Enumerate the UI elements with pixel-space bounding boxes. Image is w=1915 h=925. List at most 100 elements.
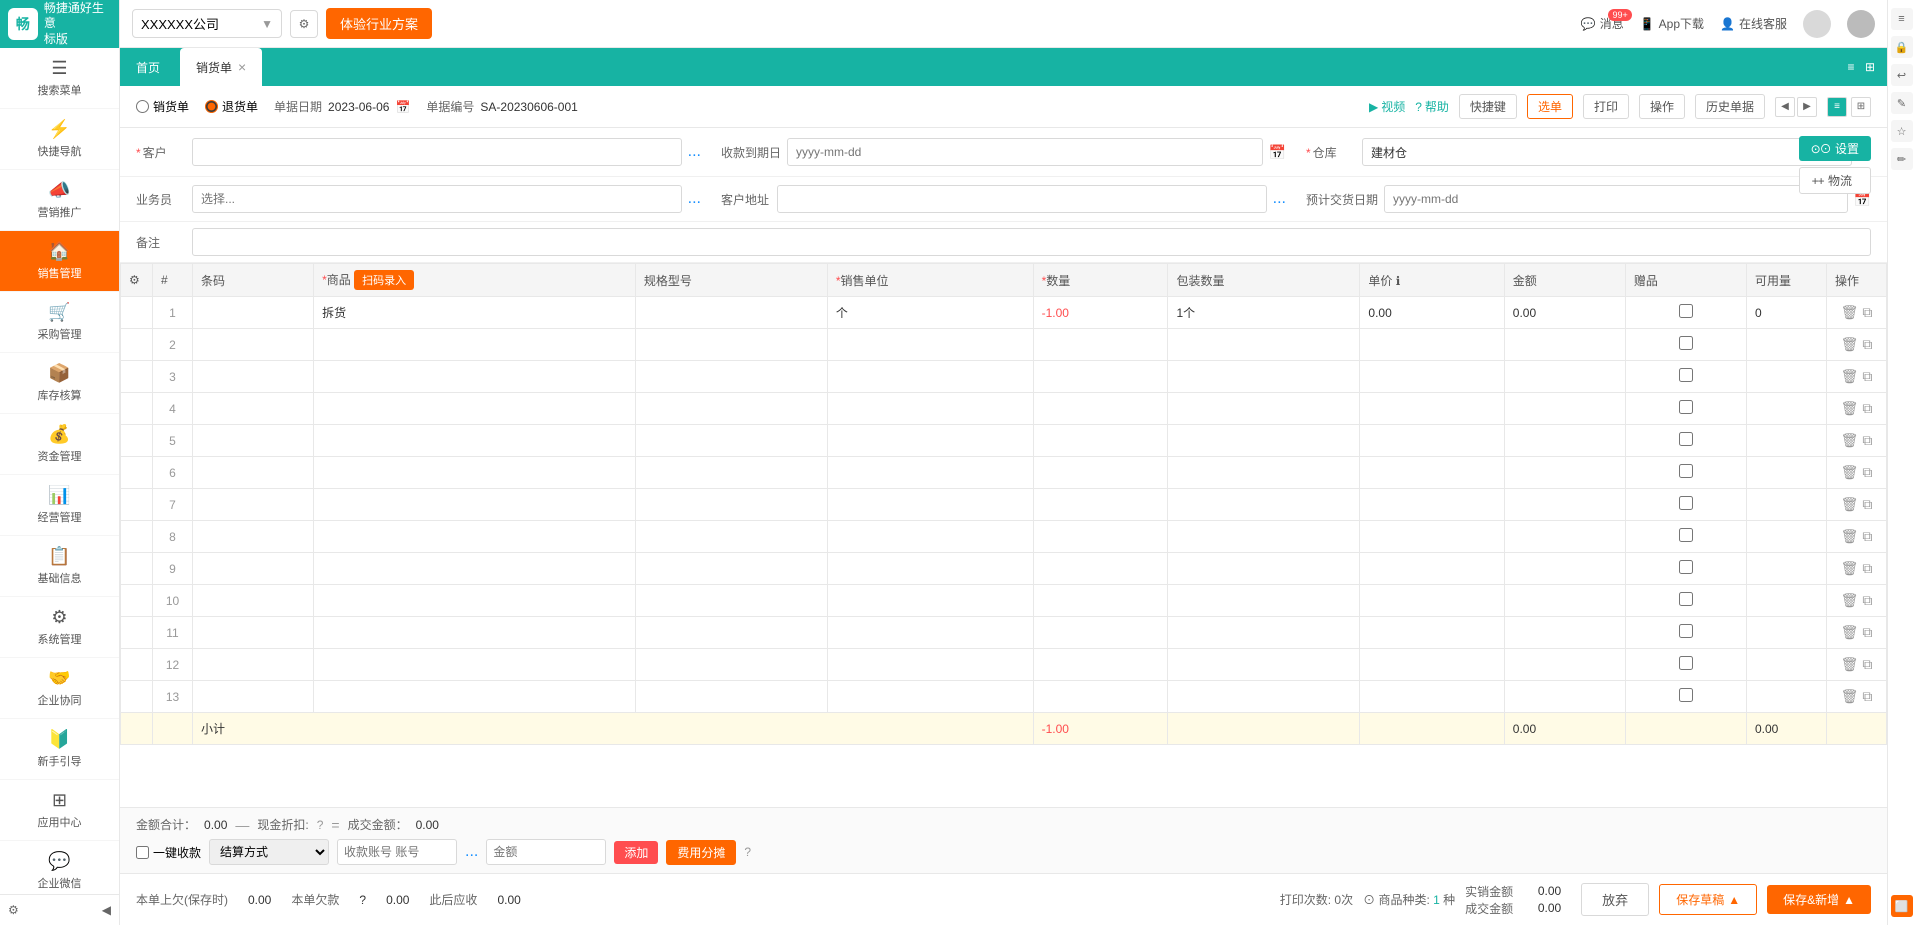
row-copy-3[interactable]: ⧉ [1862, 368, 1872, 385]
cell-spec-6[interactable] [635, 457, 827, 489]
cell-gift-11[interactable] [1625, 617, 1746, 649]
cell-unit-4[interactable] [827, 393, 1033, 425]
cell-qty-10[interactable] [1033, 585, 1168, 617]
due-date-calendar-icon[interactable]: 📅 [1269, 144, 1286, 161]
date-calendar-icon[interactable]: 📅 [395, 100, 410, 114]
cell-amount-5[interactable] [1504, 425, 1625, 457]
cell-spec-1[interactable] [635, 297, 827, 329]
cell-qty-7[interactable] [1033, 489, 1168, 521]
cell-amount-2[interactable] [1504, 329, 1625, 361]
gift-checkbox-10[interactable] [1679, 592, 1693, 606]
cell-barcode-5[interactable] [193, 425, 314, 457]
cell-pack-10[interactable] [1168, 585, 1360, 617]
cell-product-1[interactable]: 拆货 [314, 297, 636, 329]
radio-return-input[interactable] [205, 100, 218, 113]
cell-unit-3[interactable] [827, 361, 1033, 393]
sidebar-item-sales[interactable]: 🏠 销售管理 [0, 231, 119, 292]
cell-product-13[interactable] [314, 681, 636, 713]
ops-button[interactable]: 操作 [1639, 94, 1685, 119]
payment-method-select[interactable]: 结算方式 [209, 839, 329, 865]
cell-price-6[interactable] [1360, 457, 1504, 489]
sidebar-item-guide[interactable]: 🔰 新手引导 [0, 719, 119, 780]
gift-checkbox-7[interactable] [1679, 496, 1693, 510]
cell-qty-3[interactable] [1033, 361, 1168, 393]
row-delete-11[interactable]: 🗑 [1841, 624, 1859, 641]
customer-addr-input[interactable] [777, 185, 1267, 213]
sidebar-item-finance[interactable]: 💰 资金管理 [0, 414, 119, 475]
help-link[interactable]: ? 帮助 [1415, 98, 1449, 115]
row-copy-1[interactable]: ⧉ [1862, 304, 1872, 321]
cell-amount-13[interactable] [1504, 681, 1625, 713]
print-button[interactable]: 打印 [1583, 94, 1629, 119]
cell-product-3[interactable] [314, 361, 636, 393]
cell-unit-10[interactable] [827, 585, 1033, 617]
cell-gift-10[interactable] [1625, 585, 1746, 617]
cell-qty-11[interactable] [1033, 617, 1168, 649]
cell-product-9[interactable] [314, 553, 636, 585]
cell-spec-3[interactable] [635, 361, 827, 393]
cell-barcode-11[interactable] [193, 617, 314, 649]
row-copy-8[interactable]: ⧉ [1862, 528, 1872, 545]
shortcut-button[interactable]: 快捷键 [1459, 94, 1517, 119]
row-copy-2[interactable]: ⧉ [1862, 336, 1872, 353]
cell-unit-13[interactable] [827, 681, 1033, 713]
select-button[interactable]: 选单 [1527, 94, 1573, 119]
save-new-button[interactable]: 保存&新增 ▲ [1767, 885, 1871, 914]
cell-amount-7[interactable] [1504, 489, 1625, 521]
cell-price-7[interactable] [1360, 489, 1504, 521]
row-copy-7[interactable]: ⧉ [1862, 496, 1872, 513]
gift-checkbox-3[interactable] [1679, 368, 1693, 382]
customer-ellipsis[interactable]: ... [688, 143, 701, 161]
cell-amount-8[interactable] [1504, 521, 1625, 553]
sidebar-item-search[interactable]: ☰ 搜索菜单 [0, 48, 119, 109]
row-copy-13[interactable]: ⧉ [1862, 688, 1872, 705]
gift-checkbox-9[interactable] [1679, 560, 1693, 574]
rsb-icon-lock[interactable]: 🔒 [1891, 36, 1913, 58]
avatar2[interactable] [1847, 10, 1875, 38]
cell-amount-3[interactable] [1504, 361, 1625, 393]
account-input[interactable] [337, 839, 457, 865]
cell-product-11[interactable] [314, 617, 636, 649]
discount-help-icon[interactable]: ? [317, 818, 324, 832]
scan-button[interactable]: 扫码录入 [354, 270, 414, 290]
warehouse-input[interactable] [1362, 138, 1852, 166]
cell-unit-6[interactable] [827, 457, 1033, 489]
cell-barcode-8[interactable] [193, 521, 314, 553]
cell-pack-4[interactable] [1168, 393, 1360, 425]
cell-unit-12[interactable] [827, 649, 1033, 681]
fee-help-icon[interactable]: ? [744, 845, 751, 859]
cell-pack-13[interactable] [1168, 681, 1360, 713]
flow-button[interactable]: + + 物流 [1799, 167, 1871, 194]
one-click-payment-checkbox[interactable]: 一键收款 [136, 844, 201, 861]
sidebar-item-enterprise[interactable]: 🤝 企业协同 [0, 658, 119, 719]
sidebar-settings-icon[interactable]: ⚙ [8, 903, 19, 917]
cell-barcode-4[interactable] [193, 393, 314, 425]
history-button[interactable]: 历史单据 [1695, 94, 1765, 119]
cell-price-9[interactable] [1360, 553, 1504, 585]
row-copy-12[interactable]: ⧉ [1862, 656, 1872, 673]
row-copy-10[interactable]: ⧉ [1862, 592, 1872, 609]
rsb-icon-star[interactable]: ☆ [1891, 120, 1913, 142]
cell-price-5[interactable] [1360, 425, 1504, 457]
sidebar-item-quick-nav[interactable]: ⚡ 快捷导航 [0, 109, 119, 170]
tab-layout-icon2[interactable]: ⊞ [1865, 60, 1875, 74]
cell-product-12[interactable] [314, 649, 636, 681]
cell-pack-9[interactable] [1168, 553, 1360, 585]
cell-qty-8[interactable] [1033, 521, 1168, 553]
cell-gift-12[interactable] [1625, 649, 1746, 681]
cell-unit-7[interactable] [827, 489, 1033, 521]
cell-product-2[interactable] [314, 329, 636, 361]
cell-pack-5[interactable] [1168, 425, 1360, 457]
cell-qty-2[interactable] [1033, 329, 1168, 361]
gift-checkbox-1[interactable] [1679, 304, 1693, 318]
cell-gift-7[interactable] [1625, 489, 1746, 521]
cell-pack-1[interactable]: 1个 [1168, 297, 1360, 329]
cell-product-8[interactable] [314, 521, 636, 553]
cell-product-4[interactable] [314, 393, 636, 425]
cell-product-10[interactable] [314, 585, 636, 617]
one-click-payment-input[interactable] [136, 846, 149, 859]
cell-barcode-3[interactable] [193, 361, 314, 393]
cell-qty-5[interactable] [1033, 425, 1168, 457]
sidebar-item-system[interactable]: ⚙ 系统管理 [0, 597, 119, 658]
gift-checkbox-4[interactable] [1679, 400, 1693, 414]
